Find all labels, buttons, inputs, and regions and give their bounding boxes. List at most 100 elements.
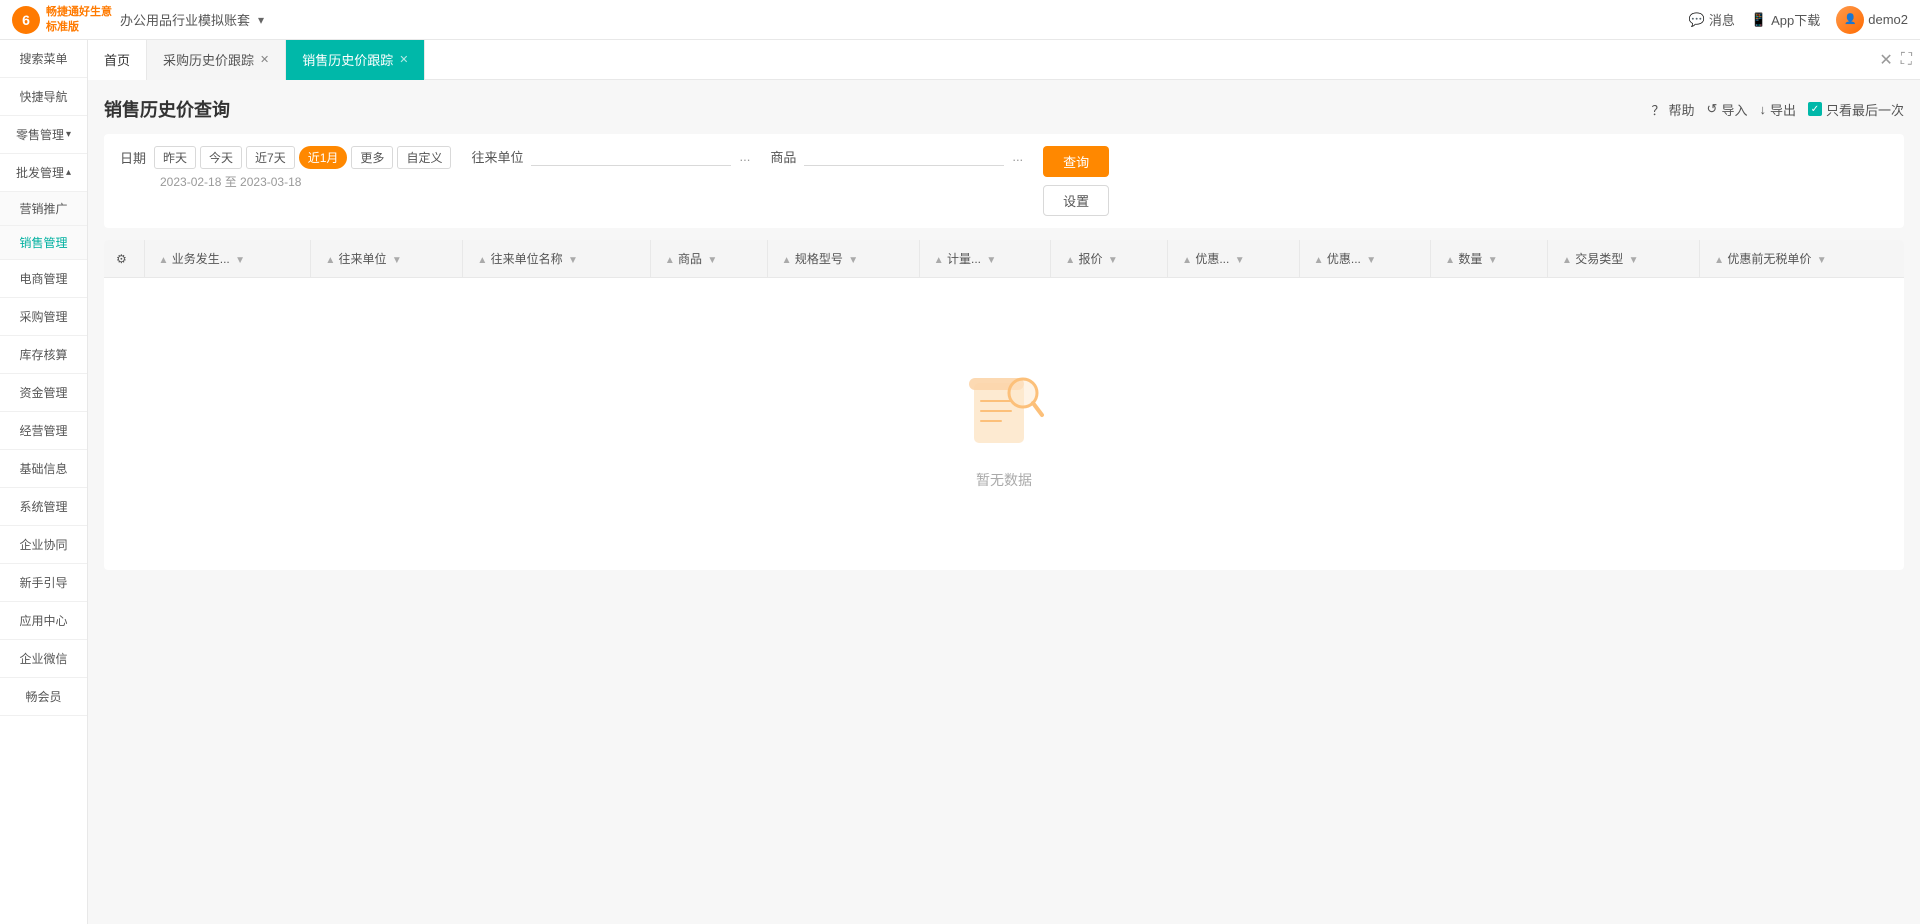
sort-icon-down11: ▼ <box>1629 255 1639 266</box>
sidebar-item-inventory-check[interactable]: 库存核算 <box>0 336 87 374</box>
product-dots[interactable]: ... <box>1012 149 1023 164</box>
help-icon: ？ <box>1652 100 1665 119</box>
sidebar-item-system-mgmt[interactable]: 系统管理 <box>0 488 87 526</box>
product-filter-group: 商品 ... <box>770 146 1023 166</box>
only-last-checkbox-label[interactable]: ✓ 只看最后一次 <box>1808 100 1904 119</box>
product-input[interactable] <box>804 146 1004 166</box>
partner-label: 往来单位 <box>471 147 523 166</box>
sort-icon-up12: ▲ <box>1714 255 1724 266</box>
help-btn[interactable]: ？ 帮助 <box>1652 100 1695 119</box>
th-partner-code[interactable]: ▲ 往来单位 ▼ <box>311 240 463 278</box>
sort-icon-down3: ▼ <box>568 255 578 266</box>
th-partner-name[interactable]: ▲ 往来单位名称 ▼ <box>463 240 650 278</box>
tab-close-purchase[interactable]: ✕ <box>260 53 269 66</box>
query-btn[interactable]: 查询 <box>1043 146 1109 177</box>
page-actions: ？ 帮助 ↺ 导入 ↓ 导出 ✓ 只看最后一次 <box>1652 100 1904 119</box>
maximize-icon[interactable]: ⛶ <box>1901 51 1912 69</box>
th-discount1[interactable]: ▲ 优惠... ▼ <box>1168 240 1300 278</box>
sidebar-item-marketing-promo[interactable]: 营销推广 <box>0 192 87 226</box>
th-product[interactable]: ▲ 商品 ▼ <box>650 240 767 278</box>
sidebar-item-finance-mgmt[interactable]: 资金管理 <box>0 374 87 412</box>
sort-icon-down2: ▼ <box>392 255 402 266</box>
tab-home[interactable]: 首页 <box>88 40 147 80</box>
sort-icon-up7: ▲ <box>1065 255 1075 266</box>
sidebar-item-operation-mgmt[interactable]: 经营管理 <box>0 412 87 450</box>
message-btn[interactable]: 💬 消息 <box>1689 10 1735 29</box>
sidebar-item-basic-info[interactable]: 基础信息 <box>0 450 87 488</box>
filter-bar: 日期 昨天 今天 近7天 近1月 更多 自定义 2023-02-18 至 202… <box>104 134 1904 228</box>
import-icon: ↺ <box>1707 101 1718 117</box>
sidebar-item-enterprise-collab[interactable]: 企业协同 <box>0 526 87 564</box>
sort-icon-up4: ▲ <box>665 255 675 266</box>
sidebar-item-ecommerce-mgmt[interactable]: 电商管理 <box>0 260 87 298</box>
download-icon: 📱 <box>1751 12 1767 28</box>
partner-dots[interactable]: ... <box>739 149 750 164</box>
th-pretax-price[interactable]: ▲ 优惠前无税单价 ▼ <box>1700 240 1904 278</box>
th-quantity[interactable]: ▲ 数量 ▼ <box>1431 240 1548 278</box>
sort-icon-up11: ▲ <box>1562 255 1572 266</box>
sidebar-item-retail-mgmt[interactable]: 零售管理 ▾ <box>0 116 87 154</box>
th-spec[interactable]: ▲ 规格型号 ▼ <box>767 240 919 278</box>
date-label: 日期 <box>120 148 146 167</box>
sort-icon-down6: ▼ <box>986 255 996 266</box>
th-discount2[interactable]: ▲ 优惠... ▼ <box>1299 240 1431 278</box>
close-window-icon[interactable]: ✕ <box>1879 50 1892 70</box>
chevron-down-icon: ▾ <box>66 129 71 140</box>
partner-input[interactable] <box>531 146 731 166</box>
empty-text: 暂无数据 <box>976 470 1032 490</box>
page-content: 销售历史价查询 ？ 帮助 ↺ 导入 ↓ 导出 ✓ <box>88 80 1920 924</box>
user-btn[interactable]: 👤 demo2 <box>1836 6 1908 34</box>
th-price[interactable]: ▲ 报价 ▼ <box>1051 240 1168 278</box>
sidebar-item-quick-nav[interactable]: 快捷导航 <box>0 78 87 116</box>
sort-icon-up6: ▲ <box>934 255 944 266</box>
date-btn-yesterday[interactable]: 昨天 <box>154 146 196 169</box>
settings-icon: ⚙ <box>116 252 127 266</box>
date-btn-custom[interactable]: 自定义 <box>397 146 451 169</box>
date-btn-7days[interactable]: 近7天 <box>246 146 295 169</box>
main-layout: 搜索菜单 快捷导航 零售管理 ▾ 批发管理 ▴ 营销推广 销售管理 电商管理 采… <box>0 40 1920 924</box>
date-btn-more[interactable]: 更多 <box>351 146 393 169</box>
tab-close-sales[interactable]: ✕ <box>399 53 408 66</box>
import-btn[interactable]: ↺ 导入 <box>1707 100 1748 119</box>
settings-btn[interactable]: 设置 <box>1043 185 1109 216</box>
app-title: 办公用品行业模拟账套 <box>120 10 250 29</box>
content-area: 首页 采购历史价跟踪 ✕ 销售历史价跟踪 ✕ ✕ ⛶ 销售历史价查询 <box>88 40 1920 924</box>
app-title-dropdown[interactable]: ▾ <box>258 13 264 27</box>
sidebar-item-app-center[interactable]: 应用中心 <box>0 602 87 640</box>
sidebar-item-sales-mgmt[interactable]: 销售管理 <box>0 226 87 260</box>
sidebar-item-member[interactable]: 畅会员 <box>0 678 87 716</box>
tab-bar-actions: ✕ ⛶ <box>1879 50 1920 70</box>
th-trade-type[interactable]: ▲ 交易类型 ▼ <box>1548 240 1700 278</box>
export-btn[interactable]: ↓ 导出 <box>1759 100 1796 119</box>
sort-icon-up10: ▲ <box>1445 255 1455 266</box>
sort-icon-down12: ▼ <box>1817 255 1827 266</box>
tab-purchase-history[interactable]: 采购历史价跟踪 ✕ <box>147 40 286 80</box>
sidebar-item-enterprise-wechat[interactable]: 企业微信 <box>0 640 87 678</box>
th-unit[interactable]: ▲ 计量... ▼ <box>919 240 1051 278</box>
th-settings[interactable]: ⚙ <box>104 240 144 278</box>
sort-icon-down10: ▼ <box>1488 255 1498 266</box>
sort-icon-up9: ▲ <box>1314 255 1324 266</box>
sidebar-item-search-menu[interactable]: 搜索菜单 <box>0 40 87 78</box>
tab-sales-history[interactable]: 销售历史价跟踪 ✕ <box>286 40 425 80</box>
sort-icon-down5: ▼ <box>848 255 858 266</box>
message-icon: 💬 <box>1689 12 1705 28</box>
sort-icon-down: ▼ <box>235 255 245 266</box>
th-biz-date[interactable]: ▲ 业务发生... ▼ <box>144 240 311 278</box>
date-filter-group: 日期 昨天 今天 近7天 近1月 更多 自定义 2023-02-18 至 202… <box>120 146 451 190</box>
only-last-checkbox[interactable]: ✓ <box>1808 102 1822 116</box>
page-title-bar: 销售历史价查询 ？ 帮助 ↺ 导入 ↓ 导出 ✓ <box>104 96 1904 122</box>
date-btn-today[interactable]: 今天 <box>200 146 242 169</box>
logo-icon: 6 <box>12 6 40 34</box>
top-bar-left: 6 畅捷通好生意 标准版 办公用品行业模拟账套 ▾ <box>12 5 264 34</box>
data-table: ⚙ ▲ 业务发生... ▼ ▲ 往来单位 ▼ <box>104 240 1904 278</box>
sidebar-item-new-guide[interactable]: 新手引导 <box>0 564 87 602</box>
date-btn-1month[interactable]: 近1月 <box>299 146 348 169</box>
app-download-btn[interactable]: 📱 App下载 <box>1751 10 1820 29</box>
sort-icon-down4: ▼ <box>707 255 717 266</box>
empty-illustration <box>954 358 1054 458</box>
sidebar-item-purchase-mgmt[interactable]: 采购管理 <box>0 298 87 336</box>
sort-icon-up3: ▲ <box>477 255 487 266</box>
sidebar-item-wholesale-mgmt[interactable]: 批发管理 ▴ <box>0 154 87 192</box>
export-icon: ↓ <box>1759 102 1766 117</box>
